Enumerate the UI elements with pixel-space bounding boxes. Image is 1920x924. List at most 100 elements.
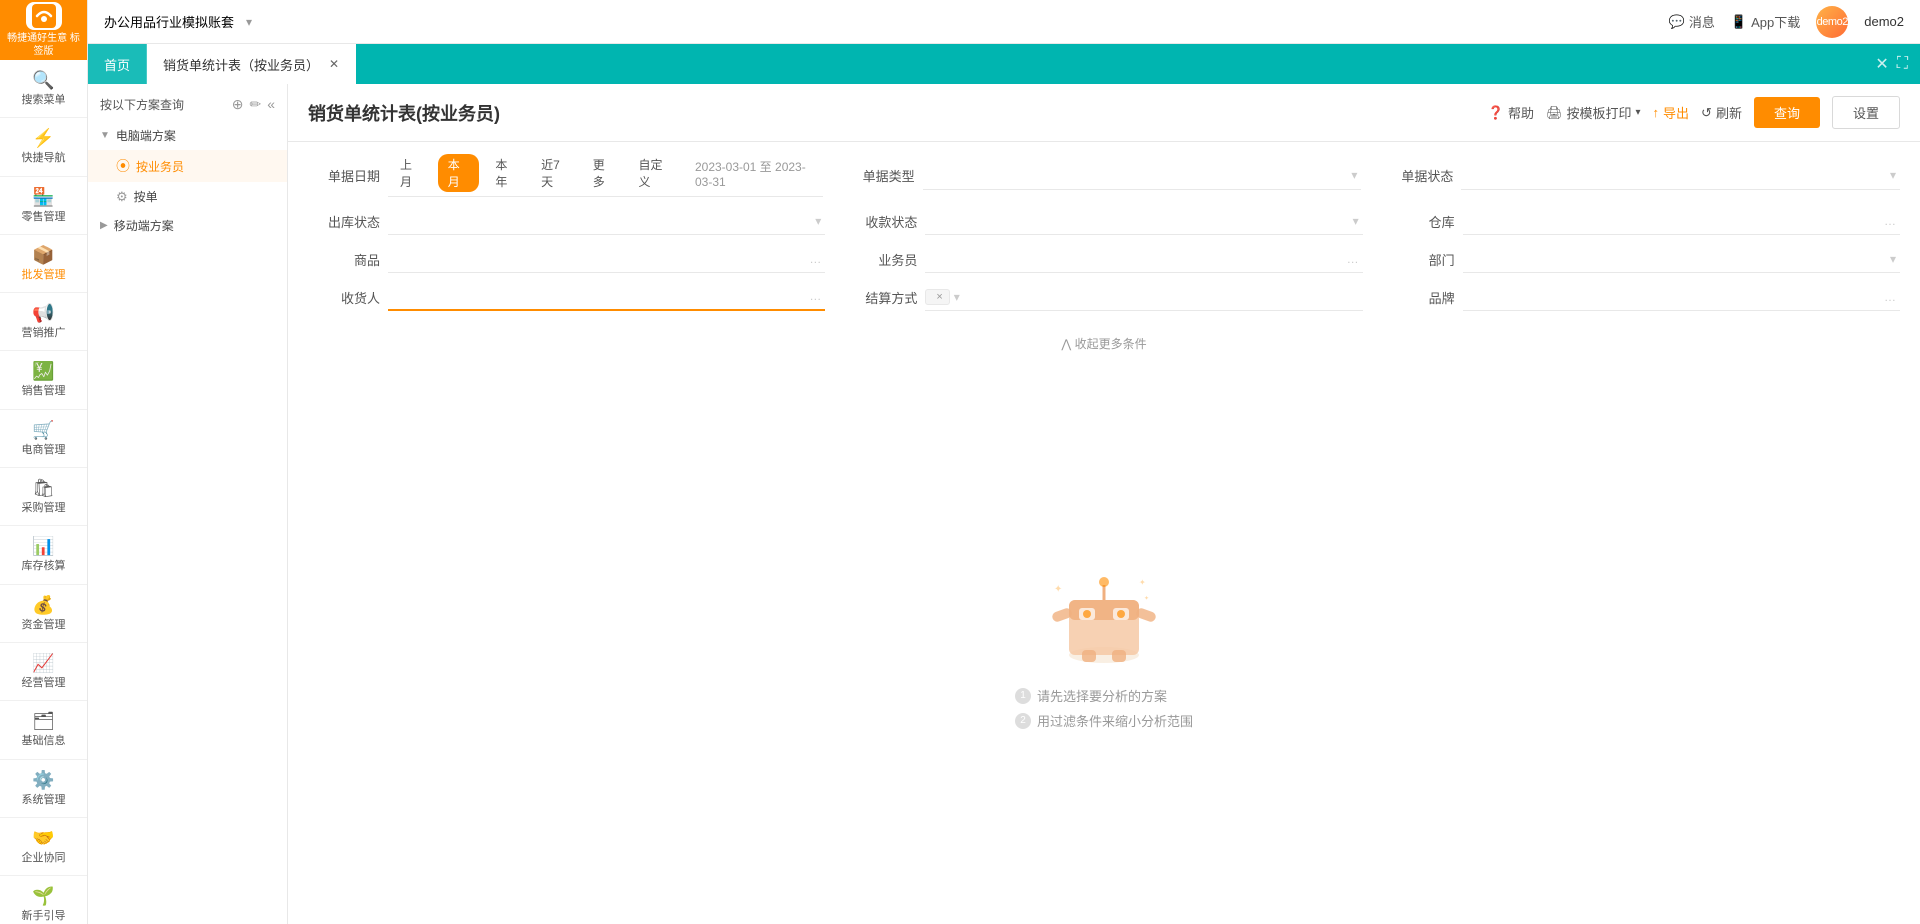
date-tab-7days[interactable]: 近7天 (533, 154, 577, 192)
page-header-top: 销货单统计表(按业务员) ❓ 帮助 🖨 按模板打印 ▾ ↑ (308, 96, 1900, 129)
right-panel: 销货单统计表(按业务员) ❓ 帮助 🖨 按模板打印 ▾ ↑ (288, 84, 1920, 924)
sidebar-item-newbie[interactable]: 🌱 新手引导 (0, 876, 87, 924)
dept-label: 部门 (1383, 250, 1463, 269)
bill-status-dropdown[interactable]: ▾ (1890, 168, 1896, 182)
newbie-icon: 🌱 (32, 886, 54, 907)
brand-more[interactable]: … (1884, 290, 1896, 304)
date-tab-this-year[interactable]: 本年 (487, 154, 525, 192)
sidebar-item-operations[interactable]: 📈 经营管理 (0, 643, 87, 701)
settlement-label: 结算方式 (845, 288, 925, 307)
sidebar-item-search[interactable]: 🔍 搜索菜单 (0, 60, 87, 118)
query-button[interactable]: 查询 (1754, 97, 1820, 128)
empty-state: ✦ ✦ ✦ 1 请先选择要分析的方案 2 用过滤条件来缩小分析范围 (288, 362, 1920, 924)
warehouse-more[interactable]: … (1884, 214, 1896, 228)
logo-icon (26, 2, 62, 30)
tree-item-by-order[interactable]: ⚙ 按单 (88, 182, 287, 211)
page-actions: ❓ 帮助 🖨 按模板打印 ▾ ↑ 导出 ↺ (1488, 96, 1900, 129)
left-panel: 按以下方案查询 ⊕ ✏ « ▼ 电脑端方案 ⦿ 按业务员 ⚙ 按单 (88, 84, 288, 924)
receiver-more[interactable]: … (809, 289, 821, 303)
scheme-gear-icon: ⚙ (116, 189, 128, 205)
tree-mobile-schemes[interactable]: ▶ 移动端方案 (88, 211, 287, 240)
sidebar-item-basic[interactable]: 🗂 基础信息 (0, 701, 87, 759)
home-tab-label: 首页 (104, 55, 130, 74)
bill-type-dropdown[interactable]: ▾ (1351, 168, 1357, 182)
step1-text: 请先选择要分析的方案 (1037, 686, 1167, 705)
sidebar-item-ecommerce[interactable]: 🛒 电商管理 (0, 410, 87, 468)
left-panel-icons: ⊕ ✏ « (232, 96, 275, 113)
add-scheme-icon[interactable]: ⊕ (232, 96, 244, 113)
salesperson-more[interactable]: … (1347, 252, 1359, 266)
date-tab-custom[interactable]: 自定义 (630, 154, 679, 192)
page-title: 销货单统计表(按业务员) (308, 100, 500, 126)
settlement-tag: × (925, 289, 949, 305)
brand-label: 品牌 (1383, 288, 1463, 307)
date-tab-last-month[interactable]: 上月 (392, 154, 430, 192)
quicknav-icon: ⚡ (32, 128, 54, 149)
sidebar-item-wholesale[interactable]: 📦 批发管理 (0, 235, 87, 293)
help-button[interactable]: ❓ 帮助 (1488, 103, 1534, 122)
main-area: 办公用品行业模拟账套 ▾ 💬 消息 📱 App下载 demo2 demo2 首页… (88, 0, 1920, 924)
page-header: 销货单统计表(按业务员) ❓ 帮助 🖨 按模板打印 ▾ ↑ (288, 84, 1920, 142)
sidebar-item-sales[interactable]: 💹 销售管理 (0, 351, 87, 409)
message-button[interactable]: 💬 消息 (1669, 12, 1715, 31)
print-icon: 🖨 (1546, 105, 1563, 121)
operations-icon: 📈 (32, 653, 54, 674)
tree-mobile-label: 移动端方案 (114, 217, 174, 234)
tree-mobile-expand-icon: ▶ (100, 220, 108, 231)
username-label: demo2 (1864, 14, 1904, 29)
settlement-dropdown[interactable]: ▾ (954, 290, 960, 304)
sidebar-item-quick-nav[interactable]: ⚡ 快捷导航 (0, 118, 87, 176)
empty-instructions: 1 请先选择要分析的方案 2 用过滤条件来缩小分析范围 (1015, 686, 1193, 736)
print-button[interactable]: 🖨 按模板打印 ▾ (1546, 103, 1641, 122)
refresh-icon: ↺ (1701, 105, 1712, 121)
collapse-panel-icon[interactable]: « (267, 96, 275, 113)
system-icon: ⚙️ (32, 770, 54, 791)
retail-icon: 🏪 (32, 187, 54, 208)
date-label: 单据日期 (308, 166, 388, 185)
sidebar-item-retail[interactable]: 🏪 零售管理 (0, 177, 87, 235)
settings-button[interactable]: 设置 (1832, 96, 1900, 129)
app-download-button[interactable]: 📱 App下载 (1731, 12, 1800, 31)
edit-scheme-icon[interactable]: ✏ (249, 96, 261, 113)
refresh-button[interactable]: ↺ 刷新 (1701, 103, 1742, 122)
tree-item-by-salesperson[interactable]: ⦿ 按业务员 (88, 150, 287, 182)
dept-dropdown[interactable]: ▾ (1890, 252, 1896, 266)
sidebar-item-marketing[interactable]: 📢 营销推广 (0, 293, 87, 351)
outbound-dropdown[interactable]: ▾ (815, 214, 821, 228)
sidebar: 畅捷通好生意 标签版 🔍 搜索菜单 ⚡ 快捷导航 🏪 零售管理 📦 批发管理 📢… (0, 0, 88, 924)
settlement-tag-close[interactable]: × (936, 291, 942, 303)
sidebar-item-finance[interactable]: 💰 资金管理 (0, 585, 87, 643)
collapse-bar[interactable]: ⋀ 收起更多条件 (288, 329, 1920, 362)
date-range-display: 2023-03-01 至 2023-03-31 (695, 158, 823, 189)
svg-text:✦: ✦ (1054, 584, 1062, 595)
tree-pc-label: 电脑端方案 (116, 127, 176, 144)
marketing-icon: 📢 (32, 303, 54, 324)
user-avatar[interactable]: demo2 (1816, 6, 1848, 38)
step2-num: 2 (1015, 713, 1031, 729)
tab-sales-stat[interactable]: 销货单统计表（按业务员） ✕ (147, 44, 356, 84)
sidebar-item-purchase[interactable]: 🛍 采购管理 (0, 468, 87, 526)
svg-text:✦: ✦ (1144, 595, 1149, 602)
tab-minimize-icon[interactable]: ✕ (1875, 54, 1888, 74)
sidebar-item-enterprise[interactable]: 🤝 企业协同 (0, 818, 87, 876)
content-area: 按以下方案查询 ⊕ ✏ « ▼ 电脑端方案 ⦿ 按业务员 ⚙ 按单 (88, 84, 1920, 924)
export-button[interactable]: ↑ 导出 (1653, 103, 1690, 122)
tab-home[interactable]: 首页 (88, 44, 147, 84)
tree-pc-schemes[interactable]: ▼ 电脑端方案 (88, 121, 287, 150)
date-tab-more[interactable]: 更多 (585, 154, 623, 192)
payment-dropdown[interactable]: ▾ (1353, 214, 1359, 228)
payment-label: 收款状态 (845, 212, 925, 231)
date-tab-this-month[interactable]: 本月 (438, 154, 480, 192)
tab-close-button[interactable]: ✕ (329, 57, 339, 71)
sidebar-item-system[interactable]: ⚙️ 系统管理 (0, 760, 87, 818)
step2-text: 用过滤条件来缩小分析范围 (1037, 711, 1193, 730)
message-icon: 💬 (1669, 14, 1685, 30)
goods-more[interactable]: … (809, 252, 821, 266)
top-bar-arrow[interactable]: ▾ (246, 15, 252, 29)
bill-status-label: 单据状态 (1381, 166, 1461, 185)
logo-text: 畅捷通好生意 标签版 (4, 32, 83, 58)
left-panel-header: 按以下方案查询 ⊕ ✏ « (88, 96, 287, 121)
svg-text:✦: ✦ (1139, 578, 1146, 587)
sidebar-item-inventory[interactable]: 📊 库存核算 (0, 526, 87, 584)
tab-maximize-icon[interactable]: ⛶ (1897, 55, 1908, 73)
